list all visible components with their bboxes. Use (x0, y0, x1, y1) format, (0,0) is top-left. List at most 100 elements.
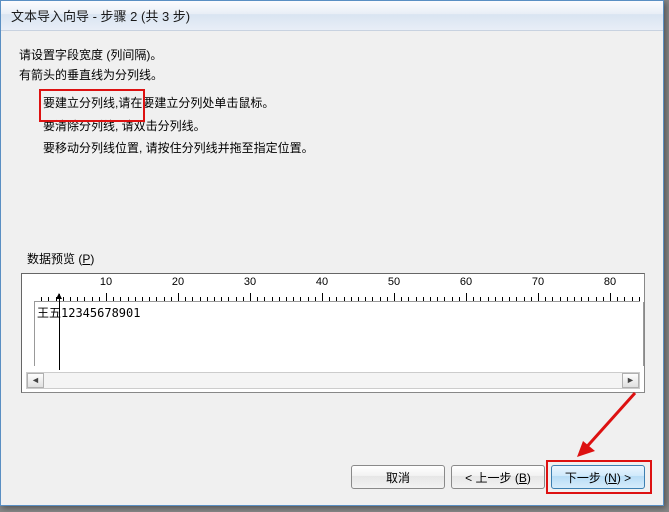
ruler-tick-minor (336, 297, 337, 301)
ruler-tick-minor (444, 297, 445, 301)
ruler-tick-minor (387, 297, 388, 301)
ruler-number: 80 (604, 276, 616, 288)
ruler-tick-minor (509, 297, 510, 301)
ruler-tick-minor (264, 297, 265, 301)
preview-label-suffix: ) (90, 252, 94, 266)
dialog-title: 文本导入向导 - 步骤 2 (共 3 步) (11, 6, 190, 25)
ruler-tick-minor (372, 297, 373, 301)
ruler-tick-minor (120, 297, 121, 301)
cancel-button[interactable]: 取消 (351, 465, 445, 489)
ruler-tick-minor (272, 297, 273, 301)
ruler-tick-minor (581, 297, 582, 301)
sub-instructions: 要建立分列线,请在要建立分列处单击鼠标。 要清除分列线, 请双击分列线。 要移动… (43, 92, 645, 160)
ruler-tick-minor (200, 297, 201, 301)
data-preview-section: 数据预览 (P) 1020304050607080 王五12345678901 … (19, 250, 645, 393)
ruler-tick-minor (171, 297, 172, 301)
ruler-tick-minor (300, 297, 301, 301)
ruler-tick-major (538, 293, 539, 301)
back-key: B (519, 471, 527, 485)
scroll-left-arrow-icon[interactable]: ◄ (27, 373, 44, 388)
ruler-number: 30 (244, 276, 256, 288)
data-preview-label: 数据预览 (P) (27, 250, 645, 267)
ruler-tick-minor (293, 297, 294, 301)
ruler-tick-minor (77, 297, 78, 301)
ruler-tick-minor (574, 297, 575, 301)
ruler[interactable]: 1020304050607080 (34, 274, 640, 302)
ruler-tick-minor (624, 297, 625, 301)
ruler-tick-minor (502, 297, 503, 301)
ruler-tick-minor (99, 297, 100, 301)
ruler-tick-minor (207, 297, 208, 301)
ruler-tick-minor (41, 297, 42, 301)
ruler-number: 60 (460, 276, 472, 288)
preview-label-prefix: 数据预览 ( (27, 252, 82, 266)
ruler-tick-minor (279, 297, 280, 301)
ruler-tick-minor (214, 297, 215, 301)
next-button[interactable]: 下一步 (N) > (551, 465, 645, 489)
ruler-tick-minor (128, 297, 129, 301)
ruler-tick-minor (459, 297, 460, 301)
next-prefix: 下一步 ( (565, 471, 608, 485)
ruler-tick-minor (524, 297, 525, 301)
ruler-tick-minor (192, 297, 193, 301)
ruler-tick-major (106, 293, 107, 301)
ruler-tick-minor (228, 297, 229, 301)
ruler-tick-minor (113, 297, 114, 301)
ruler-tick-minor (531, 297, 532, 301)
ruler-tick-minor (430, 297, 431, 301)
sub-instruction-2: 要清除分列线, 请双击分列线。 (43, 115, 645, 138)
ruler-tick-major (466, 293, 467, 301)
ruler-tick-minor (286, 297, 287, 301)
horizontal-scrollbar[interactable]: ◄ ► (26, 372, 640, 389)
ruler-tick-minor (632, 297, 633, 301)
ruler-tick-minor (308, 297, 309, 301)
ruler-tick-minor (149, 297, 150, 301)
ruler-tick-minor (408, 297, 409, 301)
titlebar: 文本导入向导 - 步骤 2 (共 3 步) (1, 1, 663, 31)
ruler-tick-minor (603, 297, 604, 301)
ruler-tick-minor (365, 297, 366, 301)
text-import-wizard-dialog: 文本导入向导 - 步骤 2 (共 3 步) 请设置字段宽度 (列间隔)。 有箭头… (0, 0, 664, 506)
ruler-tick-minor (516, 297, 517, 301)
ruler-tick-minor (70, 297, 71, 301)
sub1a: 要建立分列线, (43, 96, 118, 110)
ruler-tick-minor (452, 297, 453, 301)
ruler-number: 20 (172, 276, 184, 288)
ruler-number: 50 (388, 276, 400, 288)
ruler-tick-minor (567, 297, 568, 301)
instruction-line-2: 有箭头的垂直线为分列线。 (19, 65, 645, 85)
ruler-tick-major (394, 293, 395, 301)
scroll-right-arrow-icon[interactable]: ► (622, 373, 639, 388)
ruler-tick-minor (135, 297, 136, 301)
ruler-number: 40 (316, 276, 328, 288)
data-preview-box[interactable]: 1020304050607080 王五12345678901 ◄ ► (21, 273, 645, 393)
instructions: 请设置字段宽度 (列间隔)。 有箭头的垂直线为分列线。 要建立分列线,请在要建立… (19, 45, 645, 160)
ruler-tick-major (322, 293, 323, 301)
back-button[interactable]: < 上一步 (B) (451, 465, 545, 489)
ruler-tick-minor (423, 297, 424, 301)
ruler-tick-minor (495, 297, 496, 301)
data-area[interactable]: 王五12345678901 (34, 302, 644, 372)
ruler-tick-minor (142, 297, 143, 301)
ruler-number: 70 (532, 276, 544, 288)
next-key: N (608, 471, 617, 485)
column-break-line[interactable] (59, 294, 60, 370)
ruler-tick-minor (185, 297, 186, 301)
ruler-tick-major (178, 293, 179, 301)
scroll-track[interactable] (44, 373, 622, 388)
ruler-tick-minor (416, 297, 417, 301)
ruler-tick-major (610, 293, 611, 301)
sub1b: 请在要建立分列处单击鼠标。 (118, 96, 274, 110)
ruler-tick-minor (63, 297, 64, 301)
ruler-tick-major (250, 293, 251, 301)
ruler-tick-minor (437, 297, 438, 301)
ruler-tick-minor (401, 297, 402, 301)
ruler-tick-minor (315, 297, 316, 301)
data-row: 王五12345678901 (34, 302, 644, 366)
back-prefix: < 上一步 ( (465, 471, 519, 485)
ruler-tick-minor (351, 297, 352, 301)
ruler-tick-minor (380, 297, 381, 301)
ruler-tick-minor (164, 297, 165, 301)
ruler-tick-minor (329, 297, 330, 301)
ruler-tick-minor (552, 297, 553, 301)
